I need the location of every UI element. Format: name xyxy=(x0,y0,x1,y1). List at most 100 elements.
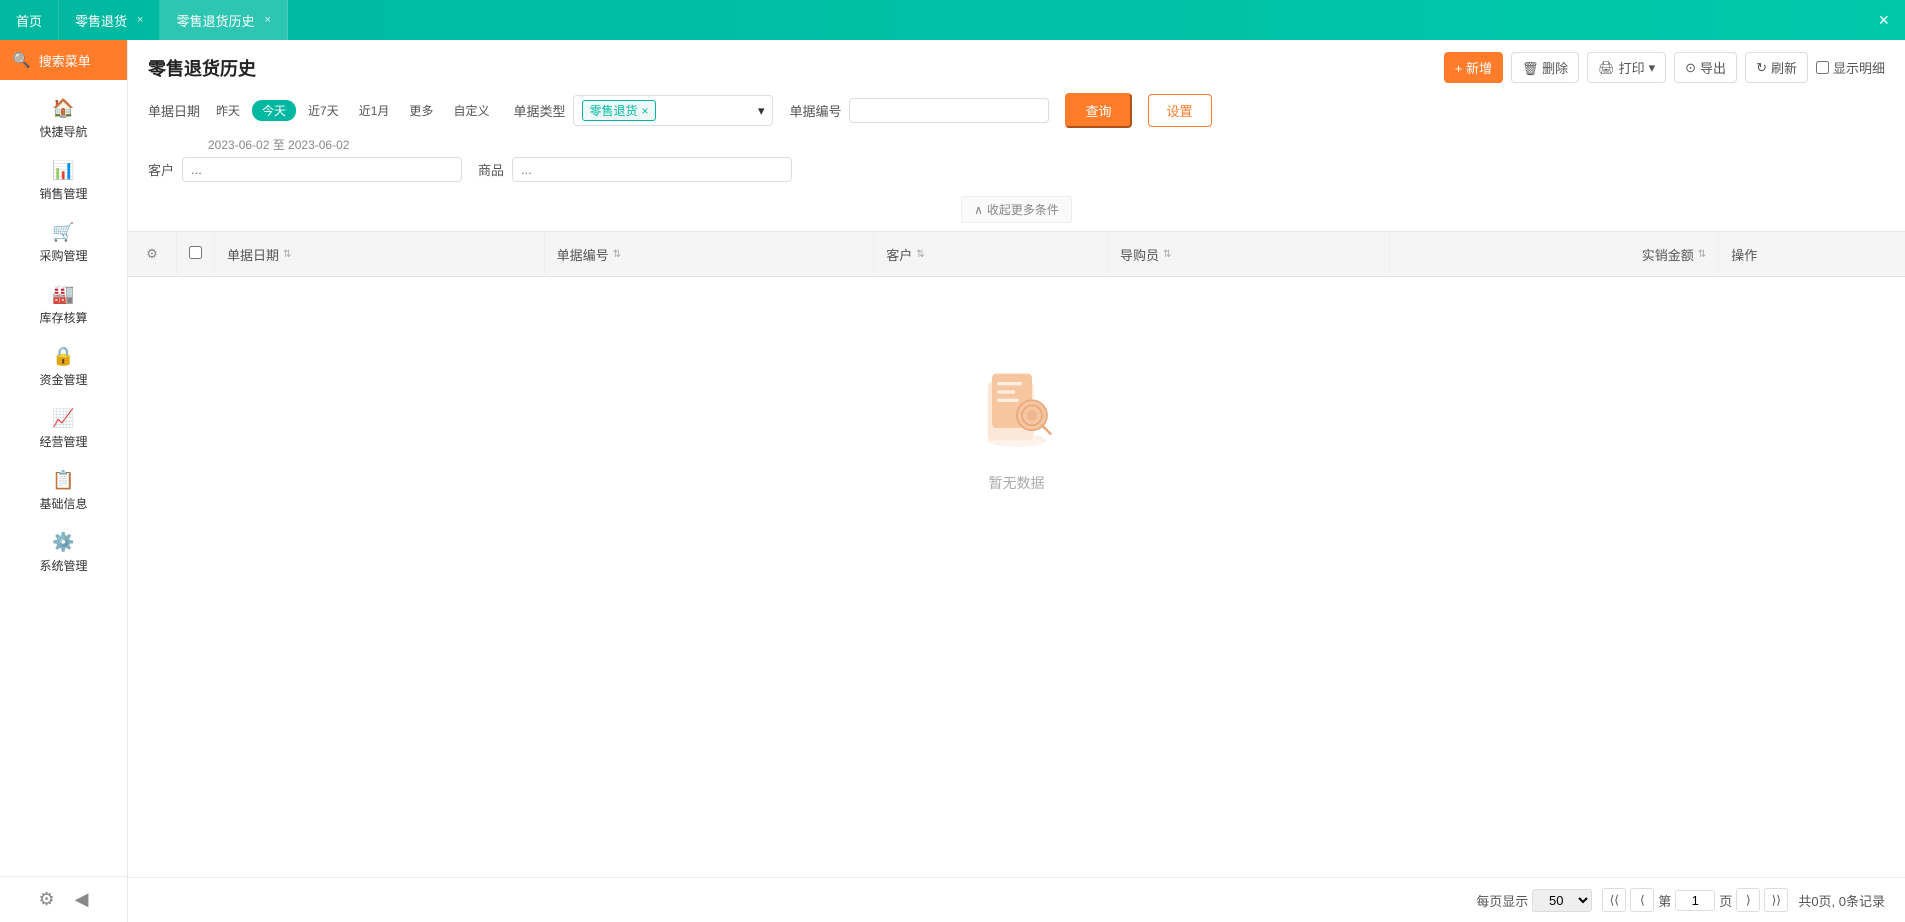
th-number[interactable]: 单据编号 ⇅ xyxy=(544,232,874,277)
sidebar-item-finance-label: 资金管理 xyxy=(39,371,87,388)
doc-type-tag-close[interactable]: × xyxy=(641,104,648,118)
tab-retail-return-label: 零售退货 xyxy=(75,11,127,30)
print-button[interactable]: 🖨 打印 ▾ xyxy=(1587,52,1666,83)
sidebar-item-system[interactable]: ⚙️ 系统管理 xyxy=(0,522,127,584)
customer-input[interactable] xyxy=(182,157,462,182)
tab-retail-return-history-label: 零售退货历史 xyxy=(176,11,254,30)
sidebar-item-quick-nav[interactable]: 🏠 快捷导航 xyxy=(0,88,127,150)
sidebar-item-purchase-label: 采购管理 xyxy=(39,247,87,264)
tab-retail-return-close[interactable]: × xyxy=(137,14,143,26)
page-size-selector: 每页显示 50 100 200 xyxy=(1476,889,1592,912)
goods-input[interactable] xyxy=(512,157,792,182)
tab-home[interactable]: 首页 xyxy=(0,0,59,40)
delete-button[interactable]: 🗑 删除 xyxy=(1511,52,1579,83)
date-filter-label: 单据日期 xyxy=(148,101,200,120)
date-more[interactable]: 更多 xyxy=(401,100,441,121)
inventory-icon: 🏭 xyxy=(52,284,74,305)
refresh-label: 刷新 xyxy=(1771,58,1797,77)
operations-icon: 📈 xyxy=(52,408,74,429)
tab-retail-return[interactable]: 零售退货 × xyxy=(59,0,160,40)
basic-info-icon: 📋 xyxy=(52,470,74,491)
tab-retail-return-history-close[interactable]: × xyxy=(264,14,270,26)
per-page-select[interactable]: 50 100 200 xyxy=(1532,889,1592,912)
sidebar-bottom: ⚙ ◀ xyxy=(0,876,127,922)
th-amount[interactable]: 实销金额 ⇅ xyxy=(1389,232,1719,277)
collapse-filter-button[interactable]: ∧ 收起更多条件 xyxy=(961,196,1072,223)
sidebar-item-sales[interactable]: 📊 销售管理 xyxy=(0,150,127,212)
sidebar-item-basic-info[interactable]: 📋 基础信息 xyxy=(0,460,127,522)
th-checkbox xyxy=(177,232,215,277)
sidebar-item-finance[interactable]: 🔒 资金管理 xyxy=(0,336,127,398)
th-customer[interactable]: 客户 ⇅ xyxy=(874,232,1108,277)
sidebar-nav: 🏠 快捷导航 📊 销售管理 🛒 采购管理 🏭 库存核算 🔒 资金管理 📈 xyxy=(0,80,127,876)
page-navigation: ⟨⟨ ⟨ 第 页 ⟩ ⟩⟩ xyxy=(1602,888,1788,912)
first-page-button[interactable]: ⟨⟨ xyxy=(1602,888,1626,912)
doc-type-select[interactable]: 零售退货 × ▾ xyxy=(573,95,773,126)
tab-home-label: 首页 xyxy=(16,11,42,30)
export-button[interactable]: ⊙ 导出 xyxy=(1674,52,1737,83)
system-icon: ⚙️ xyxy=(52,532,74,553)
th-salesperson[interactable]: 导购员 ⇅ xyxy=(1107,232,1389,277)
sidebar-item-inventory[interactable]: 🏭 库存核算 xyxy=(0,274,127,336)
last-page-button[interactable]: ⟩⟩ xyxy=(1764,888,1788,912)
prev-page-button[interactable]: ⟨ xyxy=(1630,888,1654,912)
customer-label: 客户 xyxy=(148,160,174,179)
settings-button[interactable]: 设置 xyxy=(1148,94,1212,127)
search-icon: 🔍 xyxy=(12,51,31,69)
sidebar-search-label: 搜索菜单 xyxy=(39,51,91,70)
collapse-icon: ∧ xyxy=(974,203,983,217)
doc-type-label: 单据类型 xyxy=(513,101,565,120)
main-layout: 🔍 搜索菜单 🏠 快捷导航 📊 销售管理 🛒 采购管理 🏭 库存核算 🔒 xyxy=(0,40,1905,922)
next-page-button[interactable]: ⟩ xyxy=(1736,888,1760,912)
doc-type-filter: 单据类型 零售退货 × ▾ xyxy=(513,95,773,126)
doc-type-tag-text: 零售退货 xyxy=(589,102,637,119)
print-chevron-icon: ▾ xyxy=(1649,60,1656,76)
page-unit: 页 xyxy=(1719,891,1732,910)
th-amount-sort-icon: ⇅ xyxy=(1698,249,1706,260)
date-filter: 单据日期 昨天 今天 近7天 近1月 更多 自定义 xyxy=(148,100,497,121)
table-settings-icon[interactable]: ⚙ xyxy=(140,242,164,266)
date-yesterday[interactable]: 昨天 xyxy=(208,100,248,121)
th-customer-sort-icon: ⇅ xyxy=(916,249,924,260)
refresh-button[interactable]: ↻ 刷新 xyxy=(1745,52,1808,83)
th-date[interactable]: 单据日期 ⇅ xyxy=(215,232,545,277)
purchase-icon: 🛒 xyxy=(52,222,74,243)
collapse-label: 收起更多条件 xyxy=(987,201,1059,218)
sidebar-item-operations[interactable]: 📈 经营管理 xyxy=(0,398,127,460)
display-detail-checkbox[interactable] xyxy=(1816,61,1829,74)
new-button[interactable]: + 新增 xyxy=(1444,52,1503,83)
display-detail-label[interactable]: 显示明细 xyxy=(1816,58,1885,77)
tab-retail-return-history[interactable]: 零售退货历史 × xyxy=(160,0,287,40)
sidebar-item-inventory-label: 库存核算 xyxy=(39,309,87,326)
select-all-checkbox[interactable] xyxy=(189,246,202,259)
page-title: 零售退货历史 xyxy=(148,55,256,81)
empty-state-icon xyxy=(967,357,1067,457)
date-7days[interactable]: 近7天 xyxy=(300,100,347,121)
pagination-bar: 每页显示 50 100 200 ⟨⟨ ⟨ 第 页 ⟩ ⟩⟩ 共0页, 0条记录 xyxy=(128,877,1905,922)
sidebar: 🔍 搜索菜单 🏠 快捷导航 📊 销售管理 🛒 采购管理 🏭 库存核算 🔒 xyxy=(0,40,128,922)
empty-state-text: 暂无数据 xyxy=(989,473,1045,493)
finance-icon: 🔒 xyxy=(52,346,74,367)
page-input[interactable] xyxy=(1675,890,1715,911)
sales-icon: 📊 xyxy=(52,160,74,181)
doc-number-label: 单据编号 xyxy=(789,101,841,120)
doc-number-input[interactable] xyxy=(849,98,1049,123)
data-table: ⚙ 单据日期 ⇅ 单据编号 xyxy=(128,232,1905,573)
filter-row-2: 客户 商品 xyxy=(148,157,1885,182)
sidebar-item-purchase[interactable]: 🛒 采购管理 xyxy=(0,212,127,274)
export-icon: ⊙ xyxy=(1685,60,1696,76)
date-filter-buttons: 昨天 今天 近7天 近1月 更多 自定义 xyxy=(208,100,497,121)
date-today[interactable]: 今天 xyxy=(252,100,296,121)
empty-state: 暂无数据 xyxy=(128,277,1905,573)
date-1month[interactable]: 近1月 xyxy=(351,100,398,121)
date-custom[interactable]: 自定义 xyxy=(445,100,497,121)
th-customer-label: 客户 xyxy=(886,245,912,264)
window-close-button[interactable]: × xyxy=(1862,10,1905,31)
query-button[interactable]: 查询 xyxy=(1065,93,1131,128)
sidebar-search[interactable]: 🔍 搜索菜单 xyxy=(0,40,127,80)
th-operation: 操作 xyxy=(1719,232,1905,277)
page-title-row: 零售退货历史 + 新增 🗑 删除 🖨 打印 ▾ ⊙ 导出 ↻ xyxy=(148,52,1885,83)
page-actions: + 新增 🗑 删除 🖨 打印 ▾ ⊙ 导出 ↻ 刷新 xyxy=(1444,52,1885,83)
settings-bottom-icon[interactable]: ⚙ xyxy=(39,889,55,910)
collapse-sidebar-icon[interactable]: ◀ xyxy=(75,889,89,910)
